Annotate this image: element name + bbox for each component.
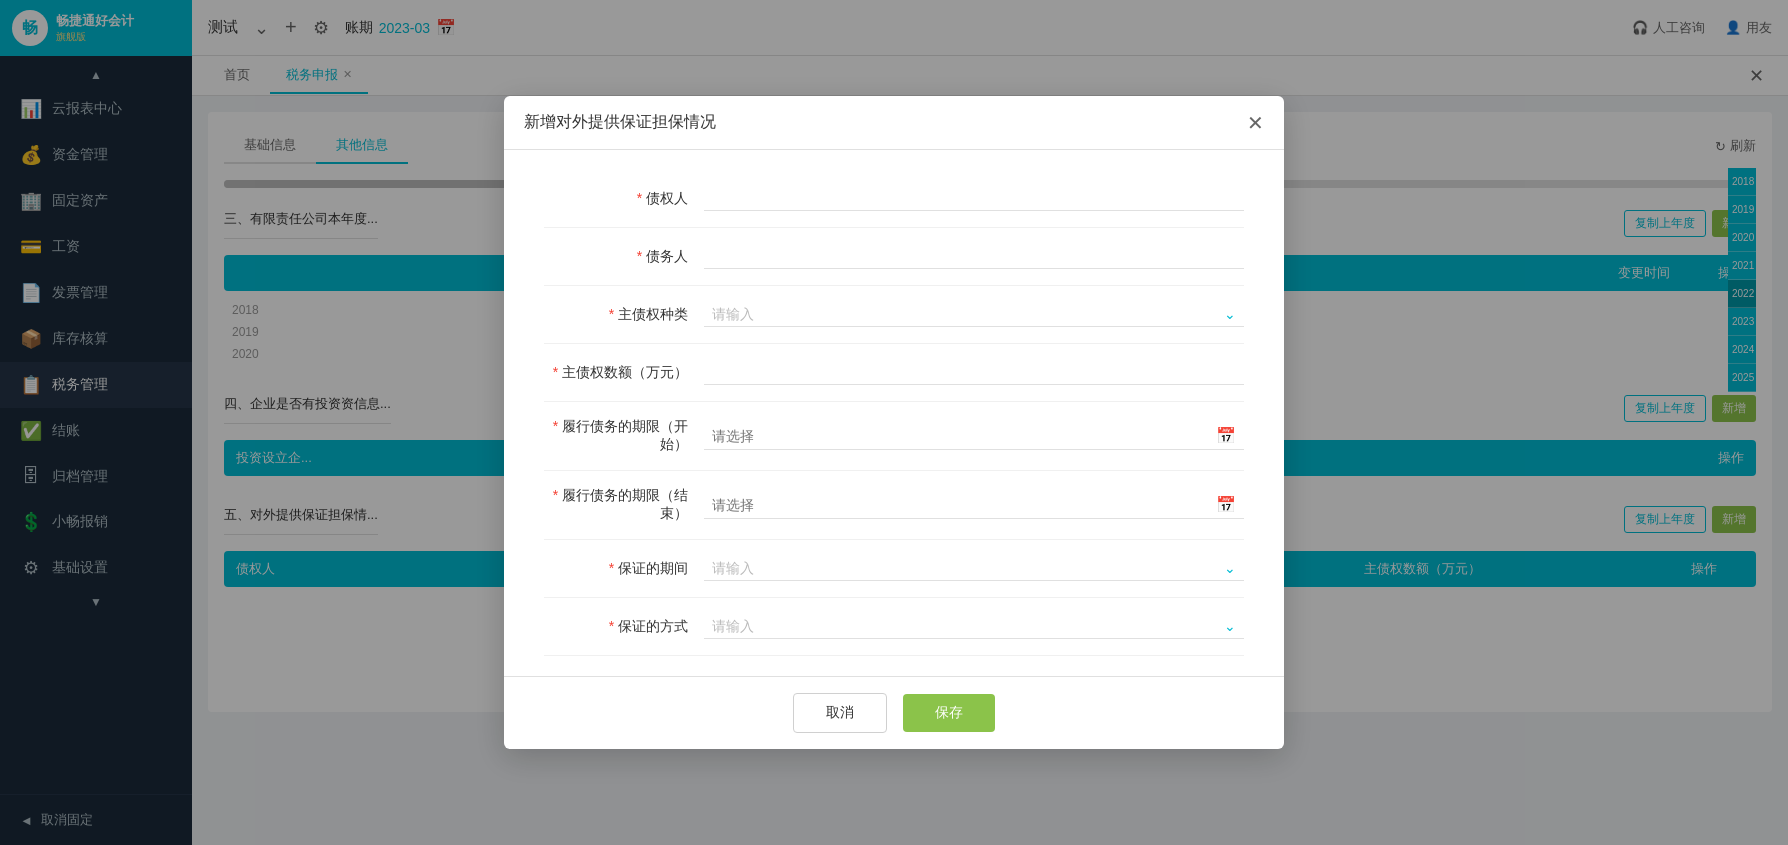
modal-footer: 取消 保存 [504, 676, 1284, 749]
modal-body: * 债权人 * 债务人 * 主债权种类 [504, 150, 1284, 676]
form-row-creditor: * 债权人 [544, 170, 1244, 228]
select-wrapper-guarantee-period: ⌄ [704, 556, 1244, 581]
modal-header: 新增对外提供保证担保情况 ✕ [504, 96, 1284, 150]
form-label-debt-type: * 主债权种类 [544, 306, 704, 324]
form-row-guarantee-period: * 保证的期间 ⌄ [544, 540, 1244, 598]
label-text-period-start: 履行债务的期限（开始） [562, 418, 688, 452]
form-row-debt-type: * 主债权种类 ⌄ [544, 286, 1244, 344]
calendar-start-icon[interactable]: 📅 [1216, 426, 1236, 445]
label-text-guarantee-period: 保证的期间 [618, 560, 688, 576]
label-text-guarantee-method: 保证的方式 [618, 618, 688, 634]
save-button[interactable]: 保存 [903, 694, 995, 732]
form-label-creditor: * 债权人 [544, 190, 704, 208]
label-text-creditor: 债权人 [646, 190, 688, 206]
input-debt-amount[interactable] [704, 360, 1244, 385]
input-debtor[interactable] [704, 244, 1244, 269]
label-text-debt-type: 主债权种类 [618, 306, 688, 322]
date-wrapper-start: 📅 [704, 422, 1244, 450]
form-row-guarantee-method: * 保证的方式 ⌄ [544, 598, 1244, 656]
required-marker-3: * [609, 306, 614, 322]
form-row-debtor: * 债务人 [544, 228, 1244, 286]
form-label-guarantee-method: * 保证的方式 [544, 618, 704, 636]
required-marker-4: * [553, 364, 558, 380]
form-label-guarantee-period: * 保证的期间 [544, 560, 704, 578]
calendar-end-icon[interactable]: 📅 [1216, 495, 1236, 514]
form-label-period-start: * 履行债务的期限（开始） [544, 418, 704, 454]
form-row-period-start: * 履行债务的期限（开始） 📅 [544, 402, 1244, 471]
required-marker-2: * [637, 248, 642, 264]
cancel-button[interactable]: 取消 [793, 693, 887, 733]
select-wrapper-guarantee-method: ⌄ [704, 614, 1244, 639]
label-text-period-end: 履行债务的期限（结束） [562, 487, 688, 521]
form-row-debt-amount: * 主债权数额（万元） [544, 344, 1244, 402]
chevron-guarantee-period[interactable]: ⌄ [1224, 560, 1236, 576]
select-input-guarantee-period[interactable] [712, 560, 1224, 576]
form-row-period-end: * 履行债务的期限（结束） 📅 [544, 471, 1244, 540]
label-text-debtor: 债务人 [646, 248, 688, 264]
required-marker-6: * [553, 487, 558, 503]
modal-close-button[interactable]: ✕ [1247, 113, 1264, 133]
select-input-guarantee-method[interactable] [712, 618, 1224, 634]
required-marker: * [637, 190, 642, 206]
date-input-start[interactable] [712, 428, 1216, 444]
input-creditor[interactable] [704, 186, 1244, 211]
date-input-end[interactable] [712, 497, 1216, 513]
chevron-guarantee-method[interactable]: ⌄ [1224, 618, 1236, 634]
form-label-period-end: * 履行债务的期限（结束） [544, 487, 704, 523]
select-input-debt-type[interactable] [712, 306, 1224, 322]
form-label-debt-amount: * 主债权数额（万元） [544, 364, 704, 382]
date-wrapper-end: 📅 [704, 491, 1244, 519]
chevron-debt-type[interactable]: ⌄ [1224, 306, 1236, 322]
select-wrapper-debt-type: ⌄ [704, 302, 1244, 327]
modal-overlay: 新增对外提供保证担保情况 ✕ * 债权人 * 债务人 [0, 0, 1788, 845]
required-marker-5: * [553, 418, 558, 434]
modal-title: 新增对外提供保证担保情况 [524, 112, 716, 133]
required-marker-8: * [609, 618, 614, 634]
label-text-debt-amount: 主债权数额（万元） [562, 364, 688, 380]
required-marker-7: * [609, 560, 614, 576]
modal: 新增对外提供保证担保情况 ✕ * 债权人 * 债务人 [504, 96, 1284, 749]
form-label-debtor: * 债务人 [544, 248, 704, 266]
